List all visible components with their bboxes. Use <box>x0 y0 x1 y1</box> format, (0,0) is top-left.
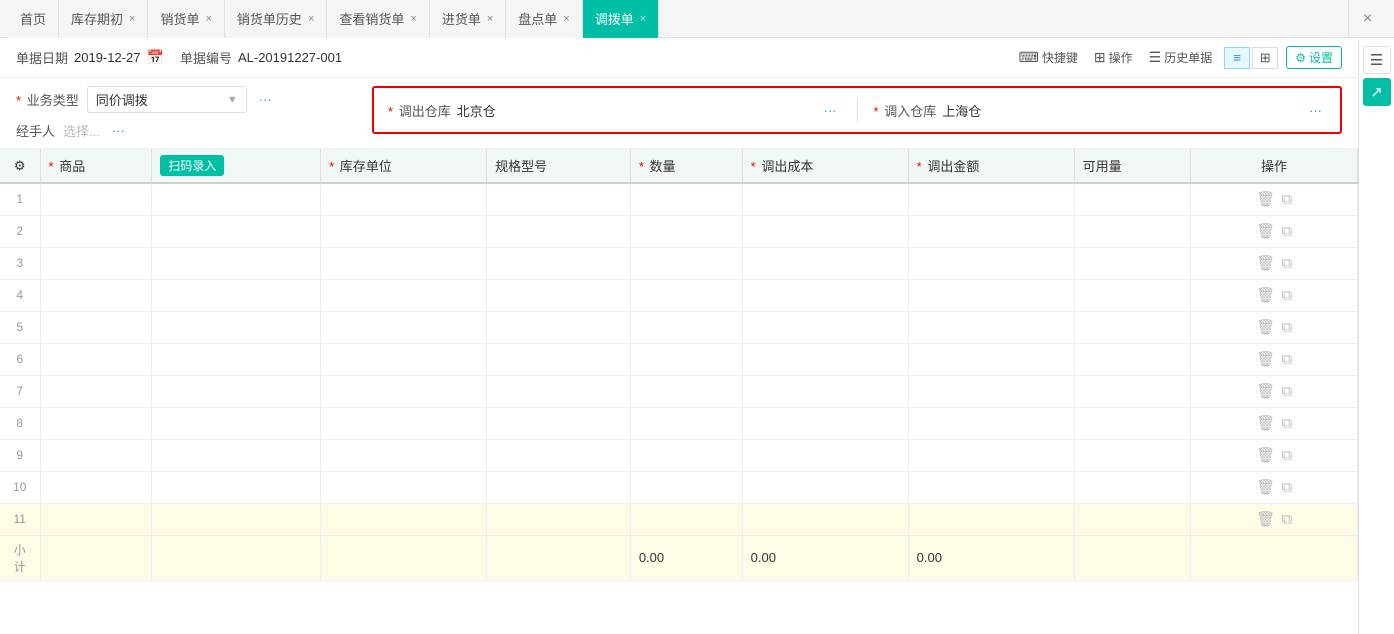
copy-icon[interactable]: ⧉ <box>1281 415 1292 432</box>
tab-stocktake[interactable]: 盘点单 × <box>506 0 582 38</box>
form-section: * 业务类型 同价调拨 ▼ ··· 经手人 选择... ··· * 调出仓库 <box>0 78 1358 149</box>
history-icon: ☰ <box>1149 49 1162 66</box>
delete-icon[interactable]: 🗑 <box>1256 254 1275 272</box>
tab-transfer[interactable]: 调拨单 × <box>583 0 659 38</box>
panel-list-btn[interactable]: ☰ <box>1363 46 1391 74</box>
col-spec: 规格型号 <box>487 149 631 183</box>
form-header: 单据日期 2019-12-27 📅 单据编号 AL-20191227-001 ⌨… <box>0 38 1358 78</box>
tab-sales[interactable]: 销货单 × <box>148 0 224 38</box>
operations-icon: ⊞ <box>1094 49 1106 66</box>
table-row: 10🗑⧉ <box>0 471 1358 503</box>
view-btn-grid[interactable]: ⊞ <box>1252 47 1278 69</box>
copy-icon[interactable]: ⧉ <box>1281 511 1292 528</box>
warehouse-section: * 调出仓库 北京仓 ··· * 调入仓库 上海仓 ··· <box>372 86 1342 134</box>
table-row: 3🗑⧉ <box>0 247 1358 279</box>
delete-icon[interactable]: 🗑 <box>1256 510 1275 528</box>
subtotal-values-row: 小计 0.00 0.00 0.00 <box>0 535 1358 580</box>
copy-icon[interactable]: ⧉ <box>1281 383 1292 400</box>
business-type-row: * 业务类型 同价调拨 ▼ ··· <box>16 86 356 113</box>
copy-icon[interactable]: ⧉ <box>1281 319 1292 336</box>
close-tab-sales-history[interactable]: × <box>308 13 314 25</box>
scan-entry-button[interactable]: 扫码录入 <box>160 155 224 176</box>
col-qty: * 数量 <box>630 149 742 183</box>
shortcuts-btn[interactable]: ⌨ 快捷键 <box>1015 47 1082 68</box>
warehouse-divider <box>857 98 858 122</box>
close-tab-transfer[interactable]: × <box>640 13 646 25</box>
business-type-more-btn[interactable]: ··· <box>255 92 276 107</box>
view-switch: ≡ ⊞ <box>1224 47 1278 69</box>
table-row: 1🗑⧉ <box>0 183 1358 215</box>
table-row: 6🗑⧉ <box>0 343 1358 375</box>
delete-icon[interactable]: 🗑 <box>1256 190 1275 208</box>
table-row: 5🗑⧉ <box>0 311 1358 343</box>
delete-icon[interactable]: 🗑 <box>1256 318 1275 336</box>
table-row: 9🗑⧉ <box>0 439 1358 471</box>
history-btn[interactable]: ☰ 历史单据 <box>1145 47 1217 68</box>
shortcuts-icon: ⌨ <box>1019 49 1039 66</box>
transfer-table: ⚙ * 商品 扫码录入 * 库存单位 规格型号 <box>0 149 1358 581</box>
tab-view-sales[interactable]: 查看销货单 × <box>327 0 429 38</box>
person-row: 经手人 选择... ··· <box>16 121 356 140</box>
col-gear[interactable]: ⚙ <box>0 149 40 183</box>
close-tab-purchase[interactable]: × <box>487 13 493 25</box>
copy-icon[interactable]: ⧉ <box>1281 255 1292 272</box>
right-panel: ☰ ↗ <box>1358 38 1394 634</box>
view-btn-list[interactable]: ≡ <box>1224 47 1250 69</box>
table-row: 4🗑⧉ <box>0 279 1358 311</box>
panel-expand-btn[interactable]: ↗ <box>1363 78 1391 106</box>
tab-purchase[interactable]: 进货单 × <box>430 0 506 38</box>
settings-gear-icon: ⚙ <box>1295 51 1306 65</box>
close-tab-stocktake[interactable]: × <box>563 13 569 25</box>
settings-button[interactable]: ⚙ 设置 <box>1286 46 1342 69</box>
col-cost: * 调出成本 <box>742 149 908 183</box>
tab-sales-history[interactable]: 销货单历史 × <box>225 0 327 38</box>
person-more-btn[interactable]: ··· <box>108 123 129 138</box>
col-available: 可用量 <box>1074 149 1191 183</box>
transfer-in-more-btn[interactable]: ··· <box>1305 103 1326 118</box>
date-field: 单据日期 2019-12-27 📅 <box>16 48 164 67</box>
table-row: 8🗑⧉ <box>0 407 1358 439</box>
table-container: ⚙ * 商品 扫码录入 * 库存单位 规格型号 <box>0 149 1358 634</box>
delete-icon[interactable]: 🗑 <box>1256 286 1275 304</box>
col-product: * 商品 <box>40 149 152 183</box>
business-type-select[interactable]: 同价调拨 ▼ <box>87 86 247 113</box>
transfer-out-field: * 调出仓库 北京仓 ··· <box>388 101 841 120</box>
operations-btn[interactable]: ⊞ 操作 <box>1090 47 1137 68</box>
table-row: 2🗑⧉ <box>0 215 1358 247</box>
col-unit: * 库存单位 <box>321 149 487 183</box>
dropdown-arrow-icon: ▼ <box>227 94 238 106</box>
close-tab-sales[interactable]: × <box>205 13 211 25</box>
subtotal-row: 11 🗑⧉ <box>0 503 1358 535</box>
delete-icon[interactable]: 🗑 <box>1256 478 1275 496</box>
calendar-icon[interactable]: 📅 <box>147 49 164 66</box>
delete-icon[interactable]: 🗑 <box>1256 414 1275 432</box>
doc-no-field: 单据编号 AL-20191227-001 <box>180 48 342 67</box>
transfer-out-more-btn[interactable]: ··· <box>820 103 841 118</box>
window-close-button[interactable]: × <box>1348 0 1386 38</box>
delete-icon[interactable]: 🗑 <box>1256 222 1275 240</box>
copy-icon[interactable]: ⧉ <box>1281 447 1292 464</box>
copy-icon[interactable]: ⧉ <box>1281 223 1292 240</box>
delete-icon[interactable]: 🗑 <box>1256 446 1275 464</box>
tab-inventory-init[interactable]: 库存期初 × <box>59 0 148 38</box>
copy-icon[interactable]: ⧉ <box>1281 191 1292 208</box>
tab-home[interactable]: 首页 <box>8 0 59 38</box>
close-tab-view-sales[interactable]: × <box>410 13 416 25</box>
table-row: 7🗑⧉ <box>0 375 1358 407</box>
col-ops: 操作 <box>1191 149 1358 183</box>
col-scan[interactable]: 扫码录入 <box>152 149 321 183</box>
copy-icon[interactable]: ⧉ <box>1281 287 1292 304</box>
gear-icon: ⚙ <box>14 158 26 173</box>
col-amount: * 调出金额 <box>908 149 1074 183</box>
delete-icon[interactable]: 🗑 <box>1256 382 1275 400</box>
copy-icon[interactable]: ⧉ <box>1281 479 1292 496</box>
close-tab-inventory-init[interactable]: × <box>129 13 135 25</box>
tab-bar: 首页 库存期初 × 销货单 × 销货单历史 × 查看销货单 × 进货单 × 盘点… <box>0 0 1394 38</box>
copy-icon[interactable]: ⧉ <box>1281 351 1292 368</box>
transfer-in-field: * 调入仓库 上海仓 ··· <box>874 101 1327 120</box>
delete-icon[interactable]: 🗑 <box>1256 350 1275 368</box>
